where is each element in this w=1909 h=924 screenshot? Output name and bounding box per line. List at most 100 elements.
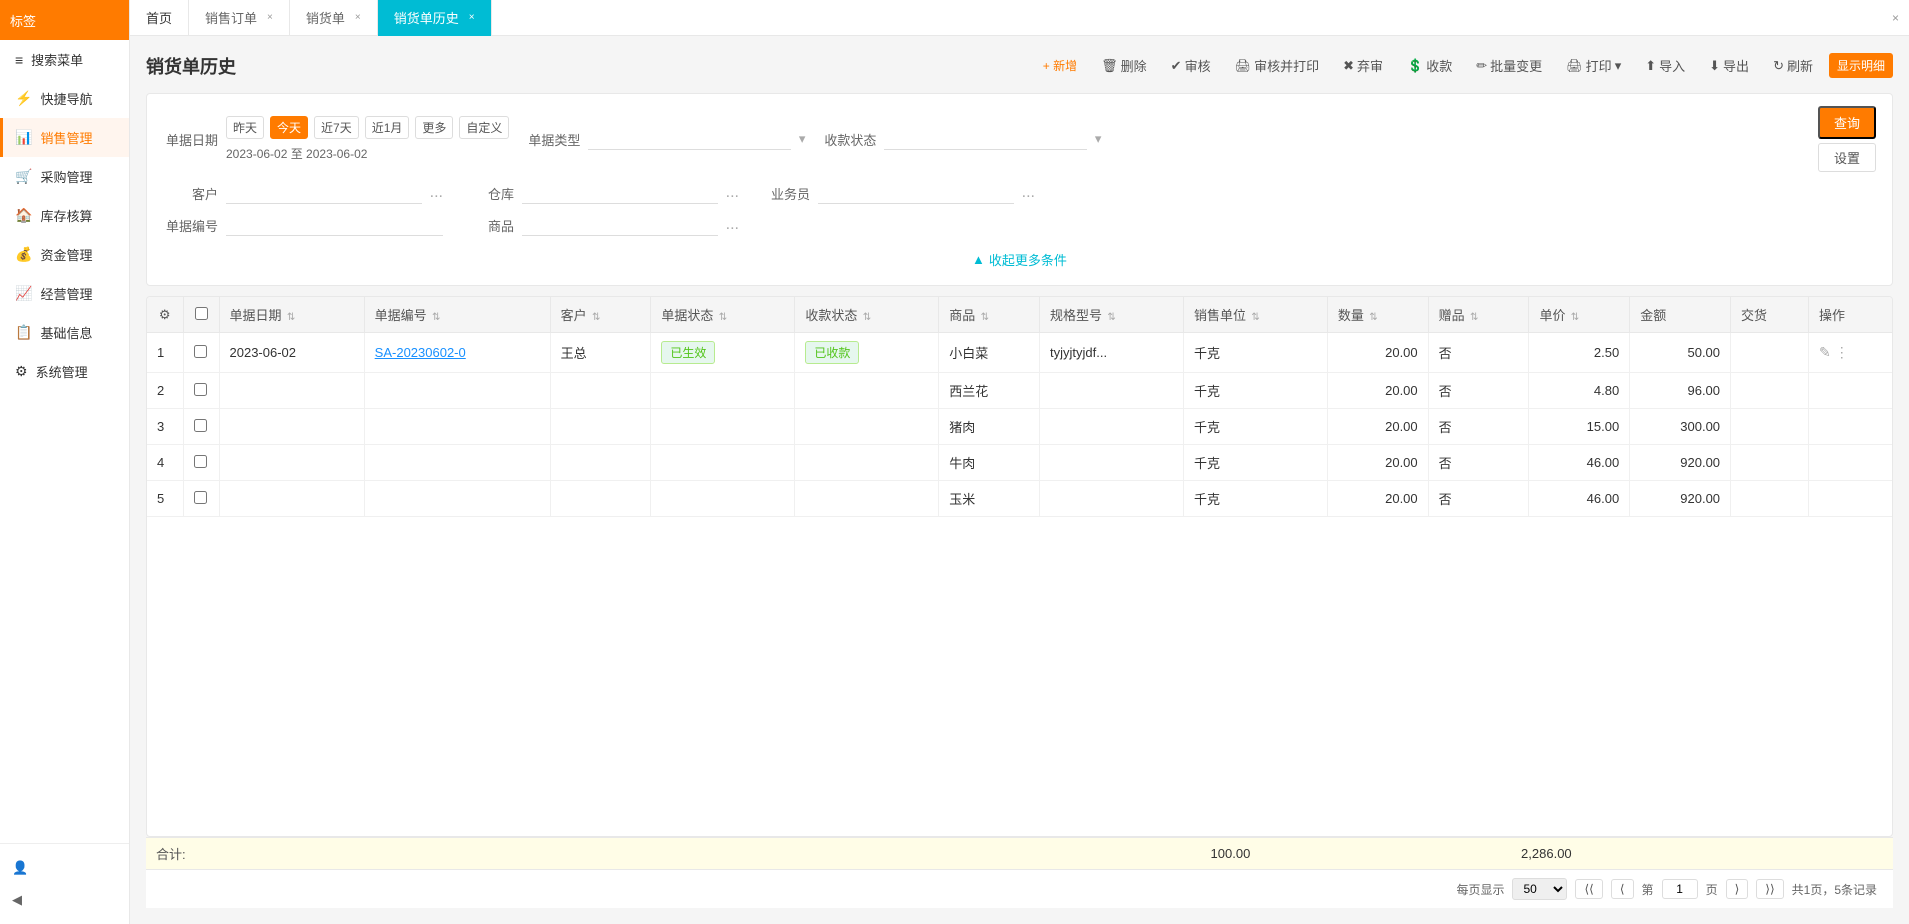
sidebar-item-purchase[interactable]: 🛒 采购管理 xyxy=(0,157,129,196)
customer-input[interactable] xyxy=(226,182,422,204)
cell-cb-0[interactable] xyxy=(183,333,219,373)
page-prev-btn[interactable]: ⟨ xyxy=(1611,879,1634,899)
cell-cb-2[interactable] xyxy=(183,409,219,445)
sort-customer-icon[interactable]: ⇅ xyxy=(592,312,600,323)
sort-quantity-icon[interactable]: ⇅ xyxy=(1369,312,1377,323)
sort-collect-status-icon[interactable]: ⇅ xyxy=(863,312,871,323)
page-size-select[interactable]: 50 100 200 xyxy=(1512,878,1567,900)
refresh-button[interactable]: ↻ 刷新 xyxy=(1765,52,1821,79)
tab-sales-history[interactable]: 销货单历史 × xyxy=(378,0,492,36)
tab-sales-history-close[interactable]: × xyxy=(469,12,475,23)
sidebar-item-basicinfo[interactable]: 📋 基础信息 xyxy=(0,313,129,352)
cell-number-1[interactable] xyxy=(364,373,550,409)
date-btn-7days[interactable]: 近7天 xyxy=(314,116,359,139)
goods-input[interactable] xyxy=(522,214,718,236)
row-checkbox-0[interactable] xyxy=(194,345,207,358)
sort-date-icon[interactable]: ⇅ xyxy=(287,312,295,323)
warehouse-input[interactable] xyxy=(522,182,718,204)
export-button[interactable]: ⬇ 导出 xyxy=(1701,52,1757,79)
sidebar-item-search[interactable]: ≡ 搜索菜单 xyxy=(0,40,129,79)
collect-status-input[interactable] xyxy=(884,128,1086,150)
sort-goods-icon[interactable]: ⇅ xyxy=(981,312,989,323)
setting-button[interactable]: 设置 xyxy=(1818,143,1876,172)
page-last-btn[interactable]: ⟩⟩ xyxy=(1756,879,1783,899)
customer-dots-icon[interactable]: ... xyxy=(430,184,443,202)
export-label: 导出 xyxy=(1723,56,1749,75)
salesperson-input[interactable] xyxy=(818,182,1014,204)
doc-number-link-0[interactable]: SA-20230602-0 xyxy=(375,345,466,360)
sidebar-item-finance[interactable]: 💰 资金管理 xyxy=(0,235,129,274)
window-close-btn[interactable]: × xyxy=(1882,11,1909,25)
tab-sales-goods-close[interactable]: × xyxy=(355,12,361,23)
sidebar-item-operations[interactable]: 📈 经营管理 xyxy=(0,274,129,313)
sidebar-collapse-btn[interactable]: ◀ xyxy=(0,884,129,916)
cell-cb-1[interactable] xyxy=(183,373,219,409)
audit-button[interactable]: ✔ 审核 xyxy=(1163,52,1219,79)
new-button[interactable]: + 新增 xyxy=(1035,53,1085,78)
sort-doc-status-icon[interactable]: ⇅ xyxy=(719,312,727,323)
date-btn-1month[interactable]: 近1月 xyxy=(365,116,410,139)
collect-status-dropdown-icon[interactable]: ▾ xyxy=(1095,131,1102,147)
page-first-btn[interactable]: ⟨⟨ xyxy=(1575,879,1602,899)
date-btn-custom[interactable]: 自定义 xyxy=(459,116,509,139)
cell-cb-4[interactable] xyxy=(183,481,219,517)
import-button[interactable]: ⬆ 导入 xyxy=(1637,52,1693,79)
query-button[interactable]: 查询 xyxy=(1818,106,1876,139)
sidebar-item-label: 资金管理 xyxy=(40,245,92,264)
delete-button[interactable]: 🗑 删除 xyxy=(1093,52,1155,79)
sort-unit-icon[interactable]: ⇅ xyxy=(1251,312,1259,323)
cell-cb-3[interactable] xyxy=(183,445,219,481)
doctype-input[interactable] xyxy=(588,128,790,150)
salesperson-dots-icon[interactable]: ... xyxy=(1022,184,1035,202)
print-button[interactable]: 🖨 打印 ▾ xyxy=(1558,52,1629,79)
abandon-button[interactable]: ✖ 弃审 xyxy=(1335,52,1391,79)
tab-sales-order[interactable]: 销售订单 × xyxy=(189,0,290,36)
sidebar-bottom-user[interactable]: 👤 xyxy=(0,852,129,884)
tab-home[interactable]: 首页 xyxy=(130,0,189,36)
cell-spec-0: tyjyjtyjdf... xyxy=(1040,333,1184,373)
sort-number-icon[interactable]: ⇅ xyxy=(432,312,440,323)
collapse-button[interactable]: ▲ 收起更多条件 xyxy=(163,246,1876,273)
tab-sales-goods[interactable]: 销货单 × xyxy=(290,0,378,36)
sidebar-item-sales[interactable]: 📊 销售管理 xyxy=(0,118,129,157)
edit-icon-0[interactable]: ✎ xyxy=(1819,344,1831,361)
batch-change-button[interactable]: ✏ 批量变更 xyxy=(1468,52,1550,79)
row-checkbox-4[interactable] xyxy=(194,491,207,504)
row-checkbox-1[interactable] xyxy=(194,383,207,396)
date-btn-yesterday[interactable]: 昨天 xyxy=(226,116,264,139)
warehouse-dots-icon[interactable]: ... xyxy=(726,184,739,202)
doctype-dropdown-icon[interactable]: ▾ xyxy=(799,131,806,147)
cell-number-3[interactable] xyxy=(364,445,550,481)
page-input[interactable] xyxy=(1662,879,1698,899)
col-settings[interactable]: ⚙ xyxy=(147,297,183,333)
row-checkbox-2[interactable] xyxy=(194,419,207,432)
collect-button[interactable]: 💲 收款 xyxy=(1399,52,1460,79)
sort-price-icon[interactable]: ⇅ xyxy=(1571,312,1579,323)
sort-gift-icon[interactable]: ⇅ xyxy=(1470,312,1478,323)
sidebar-item-system[interactable]: ⚙ 系统管理 xyxy=(0,352,129,391)
filter-goods-item: 商品 ... xyxy=(459,214,739,236)
settings-gear-icon[interactable]: ⚙ xyxy=(159,307,171,322)
page-next-btn[interactable]: ⟩ xyxy=(1726,879,1749,899)
sort-spec-icon[interactable]: ⇅ xyxy=(1107,312,1115,323)
display-button[interactable]: 显示明细 xyxy=(1829,53,1893,78)
goods-dots-icon[interactable]: ... xyxy=(726,216,739,234)
date-btn-more[interactable]: 更多 xyxy=(415,116,453,139)
date-btn-today[interactable]: 今天 xyxy=(270,116,308,139)
filter-docnumber-item: 单据编号 xyxy=(163,214,443,236)
cell-seq-2: 3 xyxy=(147,409,183,445)
sidebar-item-inventory[interactable]: 🏠 库存核算 xyxy=(0,196,129,235)
cell-number-2[interactable] xyxy=(364,409,550,445)
cell-number-0[interactable]: SA-20230602-0 xyxy=(364,333,550,373)
docnumber-input[interactable] xyxy=(226,214,443,236)
tab-sales-order-close[interactable]: × xyxy=(267,12,273,23)
sidebar-item-quicknav[interactable]: ⚡ 快捷导航 xyxy=(0,79,129,118)
audit-print-button[interactable]: 🖨 审核并打印 xyxy=(1227,52,1328,79)
print-icon: 🖨 xyxy=(1566,58,1583,74)
more-icon-0[interactable]: ⋮ xyxy=(1835,344,1849,361)
cell-number-4[interactable] xyxy=(364,481,550,517)
row-checkbox-3[interactable] xyxy=(194,455,207,468)
select-all-checkbox[interactable] xyxy=(195,307,208,320)
col-checkbox[interactable] xyxy=(183,297,219,333)
collapse-label: 收起更多条件 xyxy=(989,250,1067,269)
